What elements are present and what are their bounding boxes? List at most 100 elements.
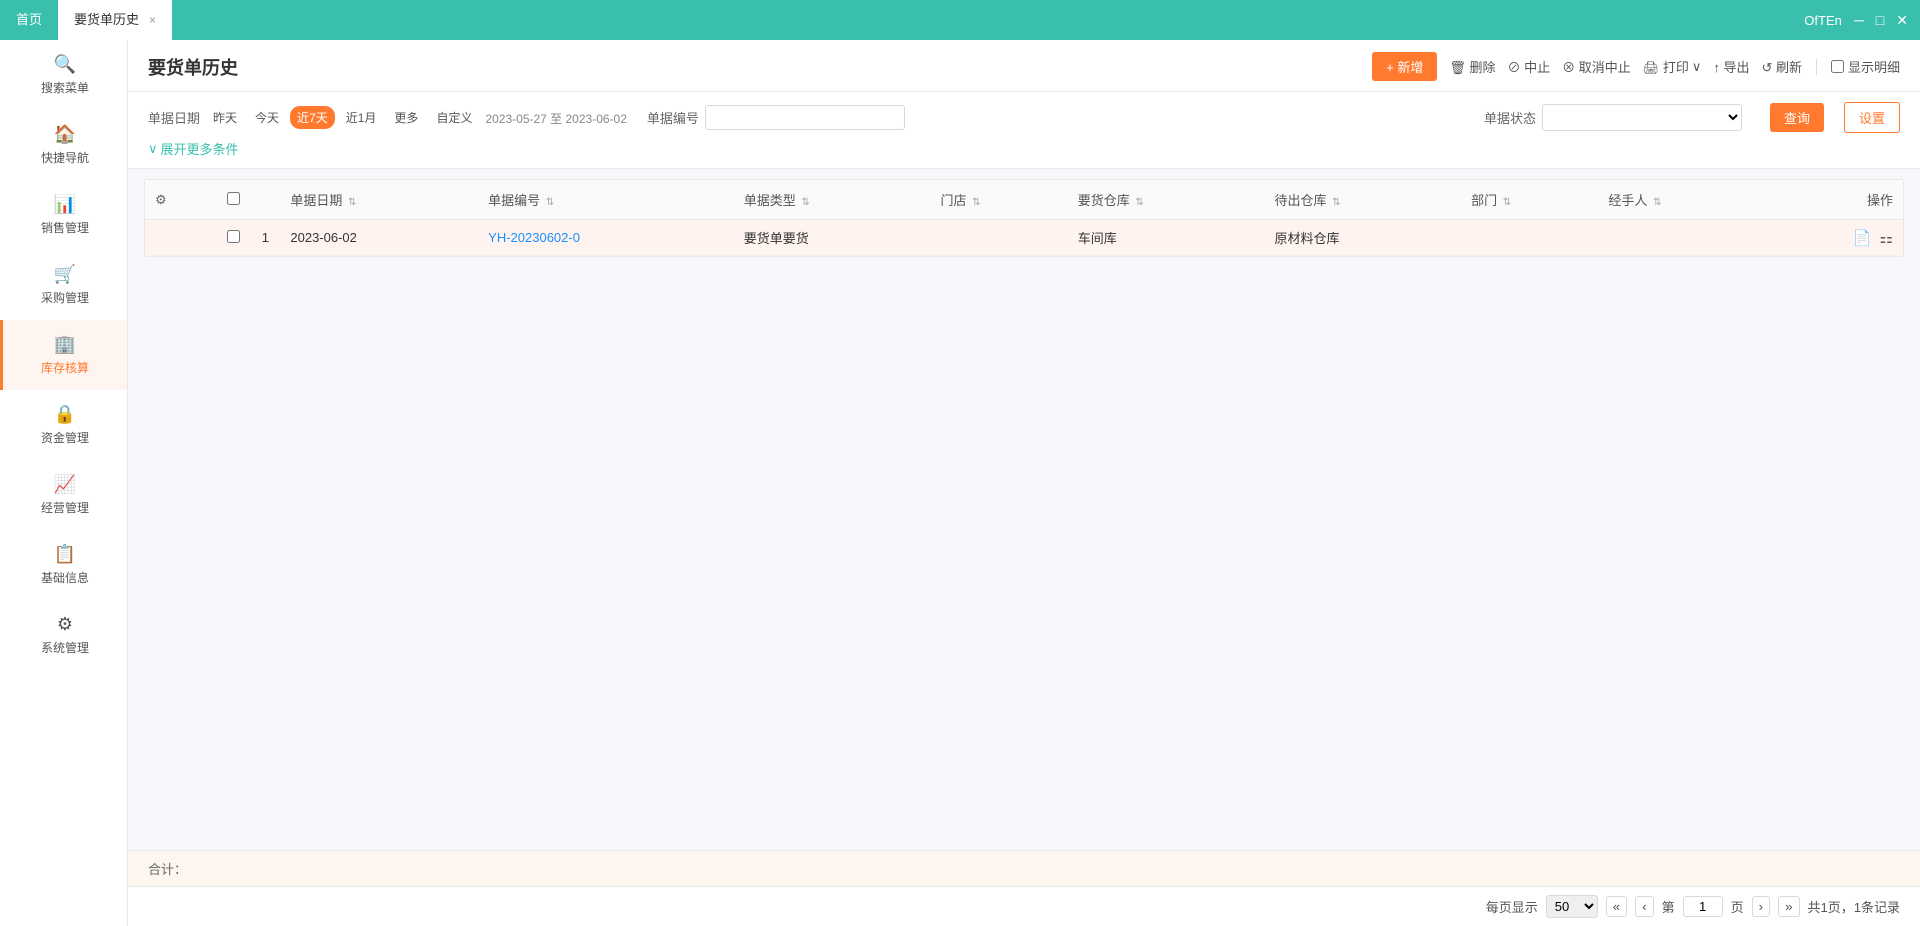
sidebar-item-basicinfo[interactable]: 📋 基础信息 — [0, 530, 127, 600]
purchase-icon: 🛒 — [54, 264, 76, 285]
row-orderno[interactable]: YH-20230602-0 — [478, 220, 734, 256]
sidebar-item-quicknav-label: 快捷导航 — [41, 149, 89, 166]
reqwarehouse-sort-icon: ⇅ — [1135, 197, 1143, 208]
export-button[interactable]: ↑ 导出 — [1713, 57, 1749, 76]
show-detail-checkbox-label[interactable]: 显示明细 — [1831, 57, 1900, 76]
sidebar-item-inventory[interactable]: 🏢 库存核算 — [0, 320, 127, 390]
table-handler-col[interactable]: 经手人 ⇅ — [1598, 180, 1765, 220]
status-filter-group: 单据状态 — [1484, 104, 1742, 131]
sidebar-item-sales[interactable]: 📊 销售管理 — [0, 180, 127, 250]
basicinfo-icon: 📋 — [54, 544, 76, 565]
row-edit-icon[interactable]: 📄 — [1853, 229, 1872, 247]
refresh-button[interactable]: ↺ 刷新 — [1761, 57, 1802, 76]
next-page-btn[interactable]: › — [1752, 896, 1770, 917]
row-store — [930, 220, 1067, 256]
close-window-icon[interactable]: ✕ — [1896, 12, 1908, 29]
pagination: 每页显示 50 20 100 « ‹ 第 页 › » 共1页，1条记录 — [128, 886, 1920, 926]
table-date-col[interactable]: 单据日期 ⇅ — [280, 180, 478, 220]
top-bar: 首页 要货单历史 × OfTEn ─ □ ✕ — [0, 0, 1920, 40]
select-all-checkbox[interactable] — [227, 192, 240, 205]
toolbar-divider — [1816, 59, 1817, 75]
table-settings-col[interactable]: ⚙ — [145, 180, 217, 220]
last-month-btn[interactable]: 近1月 — [339, 106, 384, 129]
print-arrow-icon: ∨ — [1692, 59, 1702, 75]
filter-row: 单据日期 昨天 今天 近7天 近1月 更多 自定义 2023-05-27 至 2… — [148, 102, 1900, 133]
summary-label: 合计： — [148, 862, 187, 877]
minimize-icon[interactable]: ─ — [1854, 12, 1864, 28]
stop-button[interactable]: ⊘ 中止 — [1507, 57, 1550, 76]
settings-filter-button[interactable]: 设置 — [1844, 102, 1900, 133]
sidebar-item-quicknav[interactable]: 🏠 快捷导航 — [0, 110, 127, 180]
reqwarehouse-col-label: 要货仓库 — [1078, 193, 1130, 208]
last-page-btn[interactable]: » — [1778, 896, 1799, 917]
tab-active[interactable]: 要货单历史 × — [58, 0, 172, 40]
table-container: ⚙ 单据日期 ⇅ 单据编号 ⇅ — [144, 179, 1904, 257]
order-no-input[interactable] — [705, 105, 905, 130]
order-no-filter-group: 单据编号 — [647, 105, 905, 130]
tab-active-label: 要货单历史 — [74, 0, 139, 40]
first-page-btn[interactable]: « — [1606, 896, 1627, 917]
page-size-label: 每页显示 — [1486, 897, 1538, 916]
row-select-checkbox[interactable] — [227, 230, 240, 243]
more-btn[interactable]: 更多 — [387, 106, 425, 129]
new-button[interactable]: + 新增 — [1372, 52, 1437, 81]
table-row: 1 2023-06-02 YH-20230602-0 要货单要货 车间库 原材料… — [145, 220, 1903, 256]
sidebar-item-finance-label: 资金管理 — [41, 429, 89, 446]
order-no-label: 单据编号 — [647, 108, 699, 127]
finance-icon: 🔒 — [54, 404, 76, 425]
sidebar-item-purchase-label: 采购管理 — [41, 289, 89, 306]
content-area: 要货单历史 + 新增 🗑 删除 ⊘ 中止 ⊗ 取消中止 🖨 打印 ∨ ↑ 导出 … — [128, 40, 1920, 926]
tab-home[interactable]: 首页 — [0, 0, 58, 40]
query-button[interactable]: 查询 — [1770, 103, 1824, 132]
prev-page-btn[interactable]: ‹ — [1635, 896, 1653, 917]
yesterday-btn[interactable]: 昨天 — [206, 106, 244, 129]
table-store-col[interactable]: 门店 ⇅ — [930, 180, 1067, 220]
expand-more-label: 展开更多条件 — [161, 139, 239, 158]
sidebar-item-search-label: 搜索菜单 — [41, 79, 89, 96]
table-type-col[interactable]: 单据类型 ⇅ — [734, 180, 931, 220]
last7days-btn[interactable]: 近7天 — [290, 106, 335, 129]
sidebar-item-search[interactable]: 🔍 搜索菜单 — [0, 40, 127, 110]
date-range-display: 2023-05-27 至 2023-06-02 — [485, 108, 626, 127]
page-number-input[interactable] — [1683, 896, 1723, 917]
table-pendingwarehouse-col[interactable]: 待出仓库 ⇅ — [1264, 180, 1461, 220]
table-dept-col[interactable]: 部门 ⇅ — [1461, 180, 1598, 220]
orderno-col-label: 单据编号 — [488, 193, 540, 208]
data-table: ⚙ 单据日期 ⇅ 单据编号 ⇅ — [145, 180, 1903, 256]
pendingwarehouse-col-label: 待出仓库 — [1274, 193, 1326, 208]
table-checkbox-col — [217, 180, 250, 220]
sidebar-item-purchase[interactable]: 🛒 采购管理 — [0, 250, 127, 320]
delete-button[interactable]: 🗑 删除 — [1449, 57, 1495, 76]
cancel-stop-button[interactable]: ⊗ 取消中止 — [1562, 57, 1631, 76]
sidebar-item-system-label: 系统管理 — [41, 639, 89, 656]
filter-area: 单据日期 昨天 今天 近7天 近1月 更多 自定义 2023-05-27 至 2… — [128, 92, 1920, 169]
row-settings — [145, 220, 217, 256]
type-col-label: 单据类型 — [744, 193, 796, 208]
row-reqwarehouse: 车间库 — [1068, 220, 1265, 256]
row-seq: 1 — [250, 220, 280, 256]
show-detail-checkbox[interactable] — [1831, 60, 1844, 73]
print-label: 🖨 打印 — [1643, 57, 1689, 76]
status-select[interactable] — [1542, 104, 1742, 131]
table-reqwarehouse-col[interactable]: 要货仓库 ⇅ — [1068, 180, 1265, 220]
page-size-select[interactable]: 50 20 100 — [1546, 895, 1598, 918]
expand-more-btn[interactable]: ∨ 展开更多条件 — [148, 139, 1900, 158]
sidebar-item-system[interactable]: ⚙ 系统管理 — [0, 600, 127, 670]
expand-chevron-icon: ∨ — [148, 141, 158, 157]
today-btn[interactable]: 今天 — [248, 106, 286, 129]
tab-close-icon[interactable]: × — [149, 0, 156, 40]
table-orderno-col[interactable]: 单据编号 ⇅ — [478, 180, 734, 220]
dept-col-label: 部门 — [1471, 193, 1497, 208]
print-button[interactable]: 🖨 打印 ∨ — [1643, 57, 1702, 76]
sidebar-item-finance[interactable]: 🔒 资金管理 — [0, 390, 127, 460]
row-orderno-link[interactable]: YH-20230602-0 — [488, 230, 580, 245]
type-sort-icon: ⇅ — [801, 197, 809, 208]
sidebar-item-sales-label: 销售管理 — [41, 219, 89, 236]
row-more-icon[interactable]: ⚏ — [1880, 229, 1893, 247]
show-detail-label: 显示明细 — [1848, 57, 1900, 76]
date-col-label: 单据日期 — [290, 193, 342, 208]
sidebar-item-operations[interactable]: 📈 经营管理 — [0, 460, 127, 530]
handler-sort-icon: ⇅ — [1653, 197, 1661, 208]
maximize-icon[interactable]: □ — [1876, 12, 1884, 28]
custom-btn[interactable]: 自定义 — [429, 106, 479, 129]
